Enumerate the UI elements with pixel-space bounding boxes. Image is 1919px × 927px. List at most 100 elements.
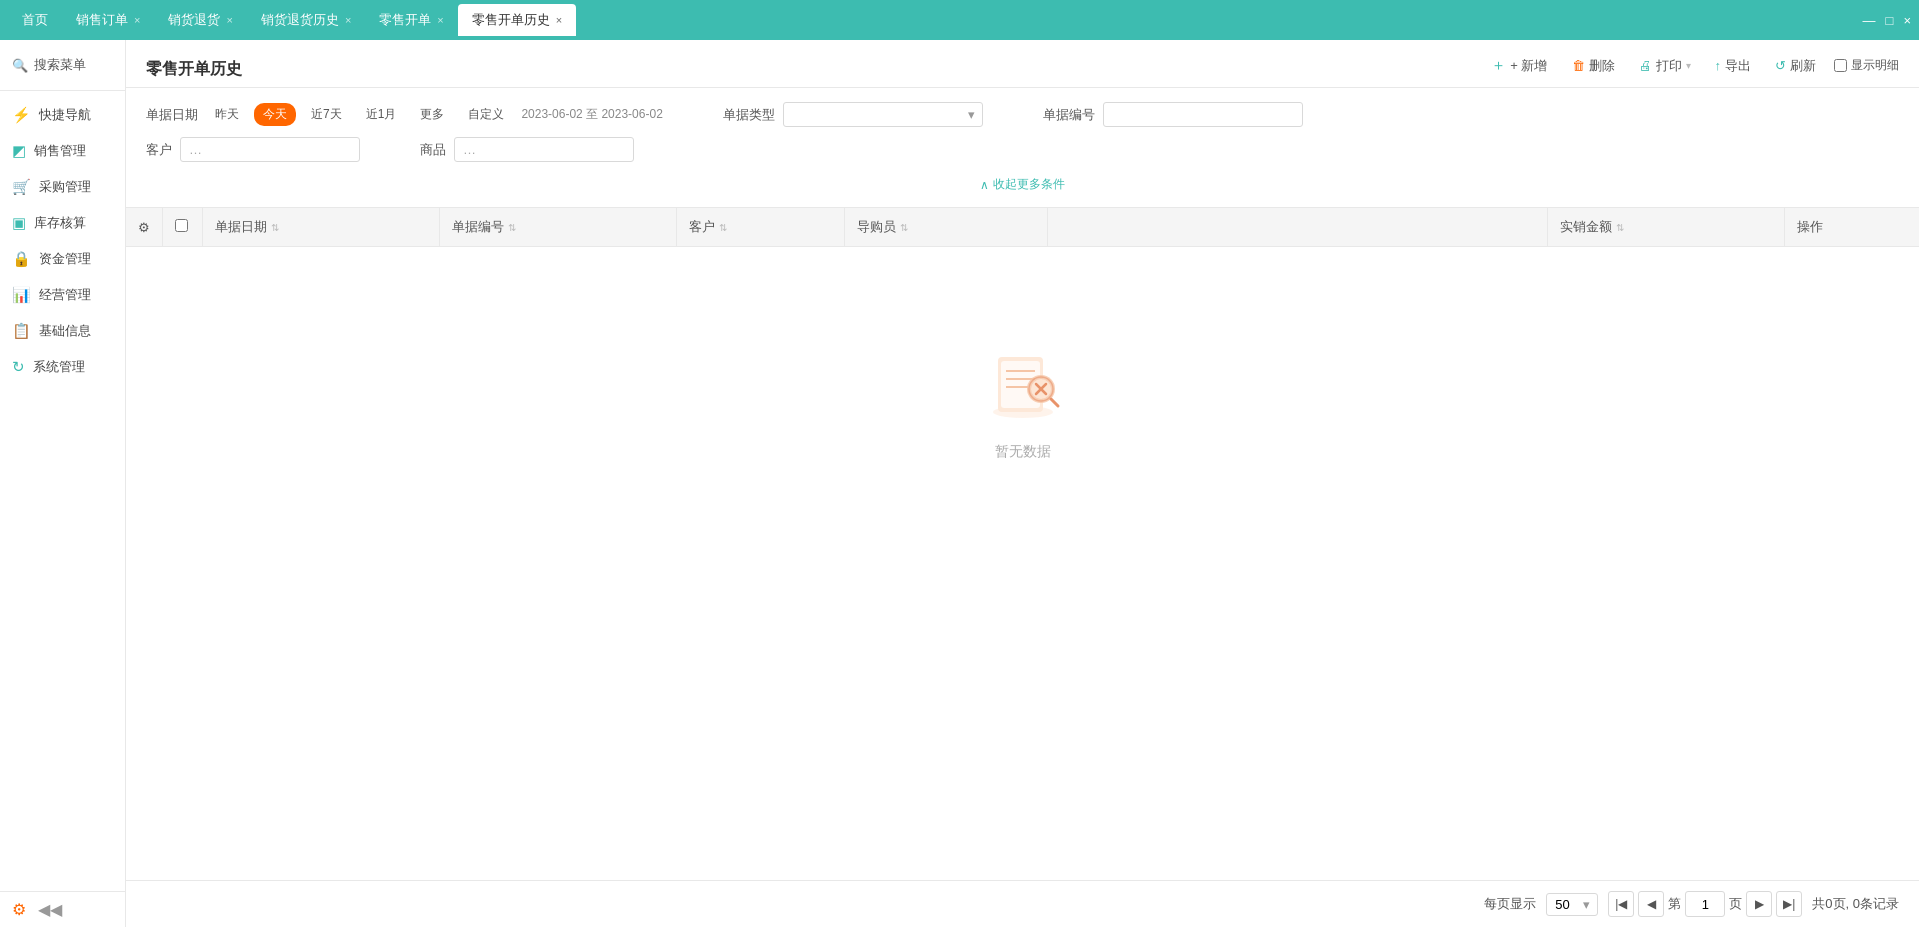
date-btn-custom[interactable]: 自定义 xyxy=(459,103,513,126)
per-page-label: 每页显示 xyxy=(1484,895,1536,913)
tab-sales-return[interactable]: 销货退货 × xyxy=(154,4,246,36)
window-controls: — □ × xyxy=(1863,13,1911,28)
add-button[interactable]: ＋ + 新增 xyxy=(1485,52,1553,79)
show-detail-label: 显示明细 xyxy=(1851,57,1899,74)
sidebar-item-base-info[interactable]: 📋 基础信息 xyxy=(0,313,125,349)
sidebar-item-system[interactable]: ↻ 系统管理 xyxy=(0,349,125,385)
sidebar-bottom: ⚙ ◀◀ xyxy=(0,891,125,927)
th-action: 操作 xyxy=(1784,208,1919,247)
date-btn-more[interactable]: 更多 xyxy=(411,103,453,126)
date-filter-label: 单据日期 xyxy=(146,106,198,124)
th-salesperson: 导购员 ⇅ xyxy=(845,208,1048,247)
tab-retail-open-label: 零售开单 xyxy=(379,11,431,29)
sidebar-item-base-info-label: 基础信息 xyxy=(39,322,91,340)
sidebar-item-quick-nav[interactable]: ⚡ 快捷导航 xyxy=(0,97,125,133)
th-customer-label: 客户 xyxy=(689,218,715,236)
refresh-icon: ↺ xyxy=(1775,58,1786,73)
date-options: 昨天 今天 近7天 近1月 更多 自定义 xyxy=(206,103,513,126)
tab-retail-open-close[interactable]: × xyxy=(437,14,443,26)
collapse-filter-btn[interactable]: ∧ 收起更多条件 xyxy=(146,172,1899,197)
goods-input[interactable]: … xyxy=(454,137,634,162)
filter-row-2: 客户 … 商品 … xyxy=(146,137,1899,162)
base-info-icon: 📋 xyxy=(12,322,31,340)
purchase-mgmt-icon: 🛒 xyxy=(12,178,31,196)
select-all-checkbox[interactable] xyxy=(175,219,188,232)
sidebar-item-finance[interactable]: 🔒 资金管理 xyxy=(0,241,125,277)
tab-retail-open-history-close[interactable]: × xyxy=(556,14,562,26)
next-page-btn[interactable]: ▶ xyxy=(1746,891,1772,917)
sidebar-item-quick-nav-label: 快捷导航 xyxy=(39,106,91,124)
sidebar-item-operations-label: 经营管理 xyxy=(39,286,91,304)
amount-sort-icon[interactable]: ⇅ xyxy=(1616,222,1624,233)
last-page-btn[interactable]: ▶| xyxy=(1776,891,1802,917)
sidebar-item-inventory-label: 库存核算 xyxy=(34,214,86,232)
salesperson-sort-icon[interactable]: ⇅ xyxy=(900,222,908,233)
print-label: 打印 xyxy=(1656,57,1682,75)
th-spacer xyxy=(1047,208,1547,247)
sidebar-item-sales-label: 销售管理 xyxy=(34,142,86,160)
tab-bar: 首页 销售订单 × 销货退货 × 销货退货历史 × 零售开单 × 零售开单历史 … xyxy=(0,0,1919,40)
tab-sales-order[interactable]: 销售订单 × xyxy=(62,4,154,36)
show-detail-toggle[interactable]: 显示明细 xyxy=(1834,57,1899,74)
per-page-select[interactable]: 20 50 100 xyxy=(1546,893,1598,916)
date-btn-today[interactable]: 今天 xyxy=(254,103,296,126)
sidebar-item-operations[interactable]: 📊 经营管理 xyxy=(0,277,125,313)
refresh-label: 刷新 xyxy=(1790,57,1816,75)
empty-text: 暂无数据 xyxy=(995,443,1051,461)
tab-sales-return-history-close[interactable]: × xyxy=(345,14,351,26)
page-number-input[interactable] xyxy=(1685,891,1725,917)
svg-line-11 xyxy=(1051,399,1058,406)
date-sort-icon[interactable]: ⇅ xyxy=(271,222,279,233)
type-select-wrapper xyxy=(783,102,983,127)
print-button[interactable]: 🖨 打印 ▾ xyxy=(1633,53,1697,79)
first-page-btn[interactable]: |◀ xyxy=(1608,891,1634,917)
tab-retail-open-history[interactable]: 零售开单历史 × xyxy=(458,4,576,36)
window-min[interactable]: — xyxy=(1863,13,1876,28)
column-settings-icon[interactable]: ⚙ xyxy=(138,220,150,235)
th-salesperson-label: 导购员 xyxy=(857,218,896,236)
operations-icon: 📊 xyxy=(12,286,31,304)
window-max[interactable]: □ xyxy=(1886,13,1894,28)
refresh-button[interactable]: ↺ 刷新 xyxy=(1769,53,1822,79)
tab-sales-return-close[interactable]: × xyxy=(226,14,232,26)
number-filter-label: 单据编号 xyxy=(1043,106,1095,124)
sidebar-search[interactable]: 🔍 搜索菜单 xyxy=(0,50,125,80)
tab-sales-return-history[interactable]: 销货退货历史 × xyxy=(247,4,365,36)
collapse-filter-label: 收起更多条件 xyxy=(993,176,1065,193)
sidebar: 🔍 搜索菜单 ⚡ 快捷导航 ◩ 销售管理 🛒 采购管理 ▣ 库存核算 🔒 xyxy=(0,40,126,927)
per-page-select-wrapper: 20 50 100 xyxy=(1546,893,1598,916)
th-checkbox xyxy=(163,208,203,247)
delete-button[interactable]: 🗑 删除 xyxy=(1566,53,1621,79)
quick-nav-icon: ⚡ xyxy=(12,106,31,124)
sidebar-item-purchase-mgmt[interactable]: 🛒 采购管理 xyxy=(0,169,125,205)
th-date-label: 单据日期 xyxy=(215,218,267,236)
collapse-icon: ∧ xyxy=(980,178,989,192)
goods-filter-label: 商品 xyxy=(420,141,446,159)
show-detail-checkbox[interactable] xyxy=(1834,59,1847,72)
tab-home[interactable]: 首页 xyxy=(8,4,62,36)
export-icon: ↑ xyxy=(1715,58,1722,73)
filter-area: 单据日期 昨天 今天 近7天 近1月 更多 自定义 2023-06-02 至 2… xyxy=(126,88,1919,208)
sidebar-item-inventory[interactable]: ▣ 库存核算 xyxy=(0,205,125,241)
sidebar-collapse-icon[interactable]: ◀◀ xyxy=(38,900,62,919)
th-customer: 客户 ⇅ xyxy=(677,208,845,247)
date-btn-7days[interactable]: 近7天 xyxy=(302,103,351,126)
date-btn-1month[interactable]: 近1月 xyxy=(357,103,406,126)
number-sort-icon[interactable]: ⇅ xyxy=(508,222,516,233)
customer-sort-icon[interactable]: ⇅ xyxy=(719,222,727,233)
type-select[interactable] xyxy=(783,102,983,127)
export-button[interactable]: ↑ 导出 xyxy=(1709,53,1758,79)
sidebar-item-sales-mgmt[interactable]: ◩ 销售管理 xyxy=(0,133,125,169)
number-input[interactable] xyxy=(1103,102,1303,127)
tab-retail-open[interactable]: 零售开单 × xyxy=(365,4,457,36)
delete-label: 删除 xyxy=(1589,57,1615,75)
date-btn-yesterday[interactable]: 昨天 xyxy=(206,103,248,126)
search-icon: 🔍 xyxy=(12,58,28,73)
tab-sales-order-close[interactable]: × xyxy=(134,14,140,26)
customer-filter-label: 客户 xyxy=(146,141,172,159)
customer-input[interactable]: … xyxy=(180,137,360,162)
prev-page-btn[interactable]: ◀ xyxy=(1638,891,1664,917)
settings-gear-icon[interactable]: ⚙ xyxy=(12,900,26,919)
window-close[interactable]: × xyxy=(1903,13,1911,28)
page-nav: |◀ ◀ 第 页 ▶ ▶| xyxy=(1608,891,1802,917)
